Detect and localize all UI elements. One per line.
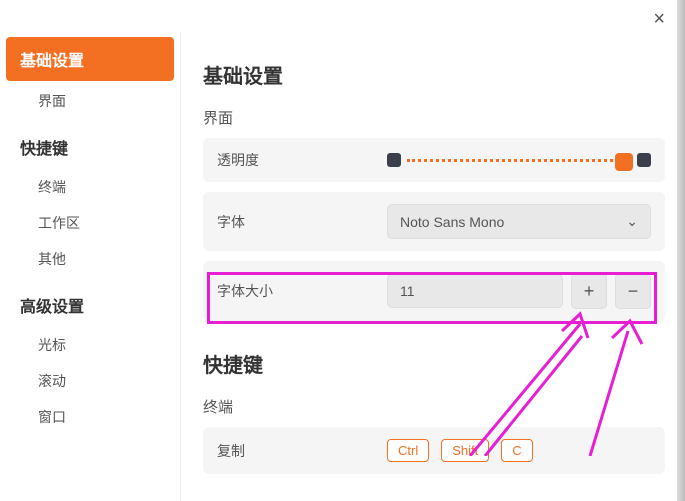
row-fontsize: 字体大小 11 + −: [203, 261, 665, 321]
fontsize-increase-button[interactable]: +: [571, 273, 607, 309]
key-shift: Shift: [441, 439, 489, 462]
sidebar-section-advanced[interactable]: 高级设置: [6, 283, 174, 327]
copy-label: 复制: [217, 441, 387, 461]
sidebar-item-basic[interactable]: 基础设置: [6, 37, 174, 81]
close-icon[interactable]: ×: [653, 8, 665, 31]
fontsize-label: 字体大小: [217, 281, 387, 301]
sidebar-item-workspace[interactable]: 工作区: [6, 205, 174, 241]
section-interface: 界面: [203, 107, 665, 128]
main-panel: 基础设置 界面 透明度 字体 Noto Sans Mono ⌄ 字体大小: [180, 32, 685, 501]
section-shortcuts: 快捷键: [203, 349, 665, 378]
font-select[interactable]: Noto Sans Mono ⌄: [387, 204, 651, 239]
window-edge: [677, 0, 685, 501]
opacity-slider[interactable]: [407, 159, 631, 162]
section-terminal: 终端: [203, 396, 665, 417]
row-copy: 复制 Ctrl Shift C: [203, 427, 665, 474]
row-opacity: 透明度: [203, 138, 665, 182]
key-ctrl: Ctrl: [387, 439, 429, 462]
slider-max-icon: [637, 153, 651, 167]
page-title: 基础设置: [203, 60, 665, 89]
fontsize-decrease-button[interactable]: −: [615, 273, 651, 309]
font-value: Noto Sans Mono: [400, 214, 504, 230]
chevron-down-icon: ⌄: [626, 213, 638, 230]
sidebar-item-terminal[interactable]: 终端: [6, 169, 174, 205]
sidebar-item-scroll[interactable]: 滚动: [6, 363, 174, 399]
sidebar-section-shortcuts[interactable]: 快捷键: [6, 125, 174, 169]
sidebar-item-cursor[interactable]: 光标: [6, 327, 174, 363]
sidebar-item-other[interactable]: 其他: [6, 241, 174, 277]
opacity-label: 透明度: [217, 150, 387, 170]
row-font: 字体 Noto Sans Mono ⌄: [203, 192, 665, 251]
sidebar-item-interface[interactable]: 界面: [6, 83, 174, 119]
slider-thumb[interactable]: [615, 153, 633, 171]
fontsize-input[interactable]: 11: [387, 274, 563, 308]
font-label: 字体: [217, 212, 387, 232]
sidebar-item-window[interactable]: 窗口: [6, 399, 174, 435]
key-c: C: [501, 439, 532, 462]
slider-min-icon: [387, 153, 401, 167]
sidebar: 基础设置 界面 快捷键 终端 工作区 其他 高级设置 光标 滚动 窗口: [0, 32, 180, 501]
